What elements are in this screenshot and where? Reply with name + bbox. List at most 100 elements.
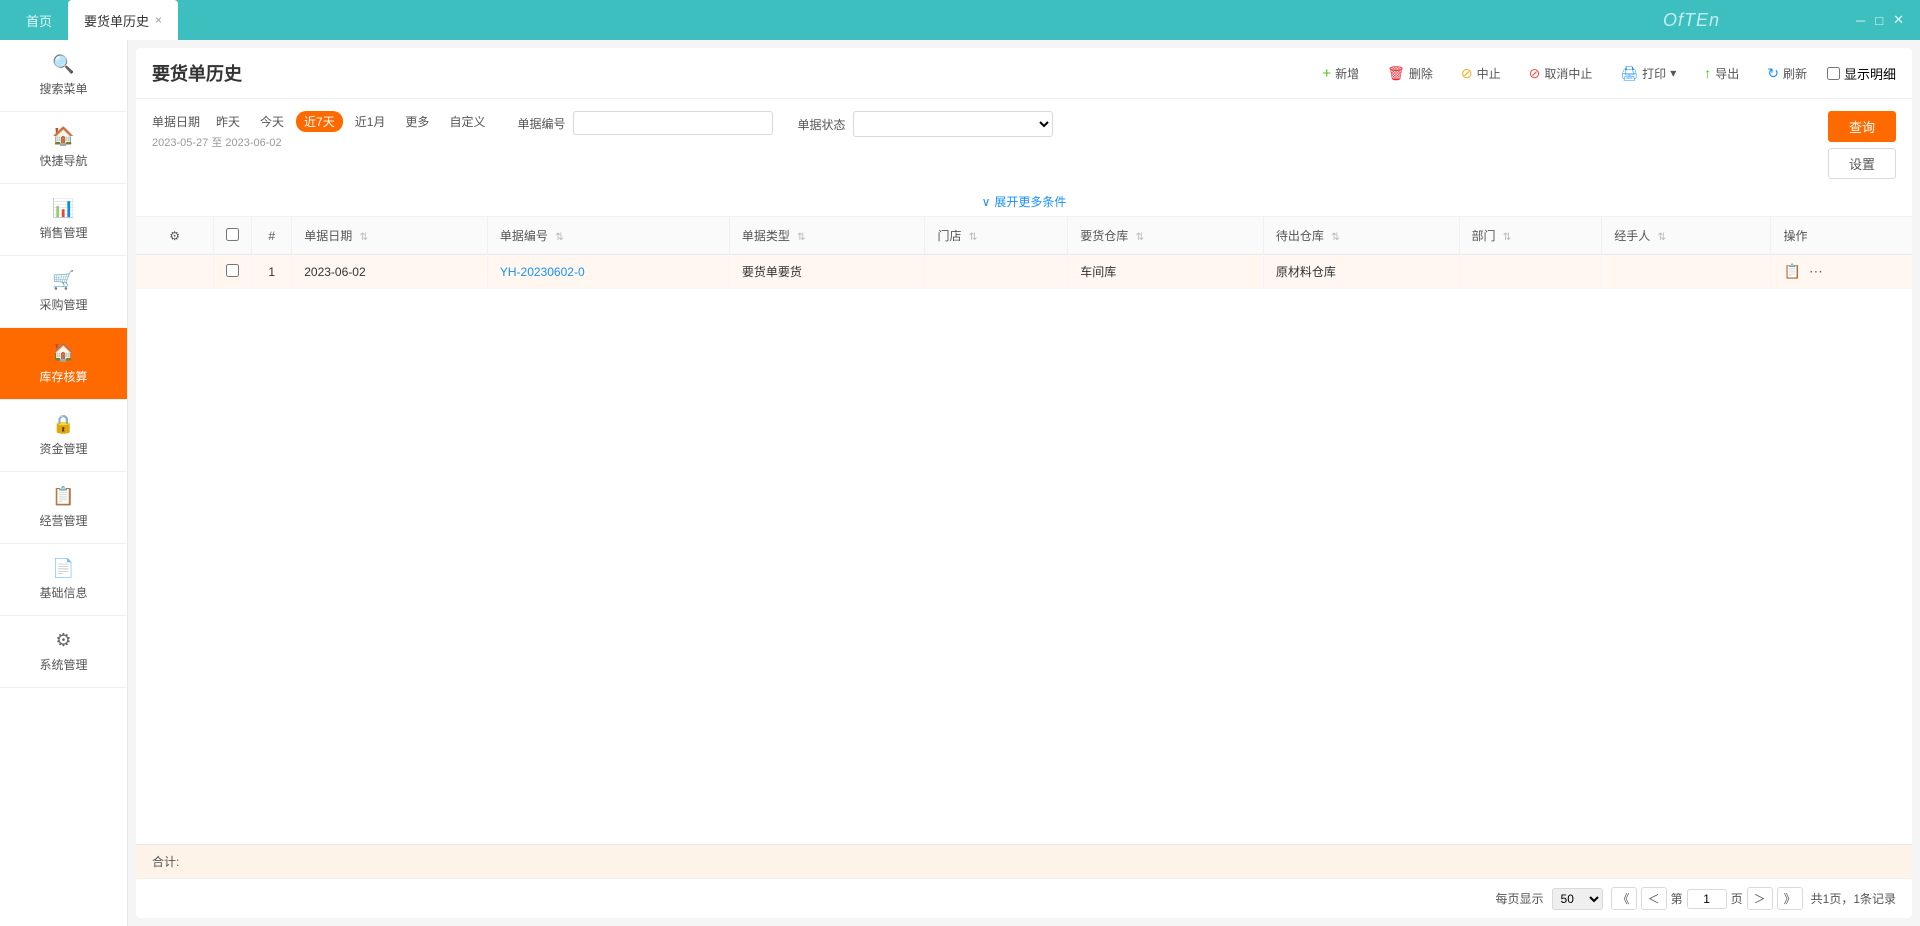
page-label: 第 — [1671, 890, 1683, 907]
query-button[interactable]: 查询 — [1828, 111, 1896, 142]
export-button[interactable]: ↑ 导出 — [1696, 61, 1747, 86]
row-bill-no[interactable]: YH-20230602-0 — [487, 255, 729, 289]
row-date: 2023-06-02 — [292, 255, 488, 289]
filter-billno-group: 单据编号 — [517, 111, 773, 135]
sidebar-item-basic-info-label: 基础信息 — [39, 584, 87, 601]
date-btn-yesterday[interactable]: 昨天 — [208, 111, 248, 132]
col-handler[interactable]: 经手人 ⇅ — [1602, 217, 1771, 255]
sidebar-item-sales[interactable]: 📊 销售管理 — [0, 184, 127, 256]
row-more-icon[interactable]: ⋯ — [1809, 263, 1823, 280]
settings-button[interactable]: 设置 — [1828, 148, 1896, 179]
filter-actions: 查询 设置 — [1828, 111, 1896, 179]
col-bill-no-label: 单据编号 — [500, 229, 548, 243]
sidebar-item-inventory[interactable]: 🏠 库存核算 — [0, 328, 127, 400]
print-button[interactable]: 🖨 打印 ▾ — [1612, 61, 1684, 86]
date-btn-7days[interactable]: 近7天 — [296, 111, 343, 132]
sidebar-item-quick-nav-label: 快捷导航 — [39, 152, 87, 169]
sidebar-item-system-label: 系统管理 — [39, 656, 87, 673]
cancel-stop-button[interactable]: ⊘ 取消中止 — [1521, 61, 1601, 86]
new-button[interactable]: + 新增 — [1314, 61, 1367, 86]
close-icon[interactable]: ✕ — [1893, 12, 1904, 28]
sidebar-item-basic-info[interactable]: 📄 基础信息 — [0, 544, 127, 616]
col-action: 操作 — [1771, 217, 1912, 255]
refresh-button[interactable]: ↻ 刷新 — [1759, 61, 1815, 86]
col-req-warehouse[interactable]: 要货仓库 ⇅ — [1068, 217, 1264, 255]
col-handler-label: 经手人 — [1614, 229, 1650, 243]
display-detail-group: 显示明细 — [1827, 64, 1896, 83]
per-page-label: 每页显示 — [1496, 890, 1544, 907]
tab-close-icon[interactable]: × — [155, 13, 162, 27]
tab-bar: 首页 要货单历史 × — [10, 0, 1856, 40]
stop-button[interactable]: ⊘ 中止 — [1453, 61, 1509, 86]
delete-icon: 🗑 — [1387, 65, 1405, 82]
row-edit-icon[interactable]: 📋 — [1783, 263, 1800, 280]
sidebar-item-sales-label: 销售管理 — [39, 224, 87, 241]
date-btn-more[interactable]: 更多 — [397, 111, 437, 132]
print-icon: 🖨 — [1620, 65, 1638, 82]
select-all-checkbox[interactable] — [226, 228, 239, 241]
sales-icon: 📊 — [52, 198, 74, 219]
col-bill-no[interactable]: 单据编号 ⇅ — [487, 217, 729, 255]
sidebar-item-operations-label: 经营管理 — [39, 512, 87, 529]
sidebar-item-quick-nav[interactable]: 🏠 快捷导航 — [0, 112, 127, 184]
new-label: 新增 — [1335, 65, 1359, 82]
maximize-icon[interactable]: □ — [1875, 13, 1883, 28]
display-detail-checkbox[interactable] — [1827, 67, 1840, 80]
status-select[interactable] — [853, 111, 1053, 137]
page-content: 要货单历史 + 新增 🗑 删除 ⊘ 中止 ⊘ — [136, 48, 1912, 918]
sidebar-item-system[interactable]: ⚙ 系统管理 — [0, 616, 127, 688]
pagination-bar: 每页显示 50 20 100 《 ＜ 第 页 ＞ 》 共1页，1条记录 — [136, 878, 1912, 918]
system-icon: ⚙ — [55, 630, 71, 651]
summary-label: 合计: — [152, 853, 179, 870]
col-department-sort-icon: ⇅ — [1503, 232, 1511, 243]
col-department[interactable]: 部门 ⇅ — [1459, 217, 1602, 255]
delete-label: 删除 — [1409, 65, 1433, 82]
action-icons-group: 📋 ⋯ — [1783, 263, 1900, 280]
col-store-sort-icon: ⇅ — [969, 232, 977, 243]
tab-home[interactable]: 首页 — [10, 0, 68, 40]
col-pending-warehouse-sort-icon: ⇅ — [1331, 232, 1339, 243]
tab-requisition-label: 要货单历史 — [84, 11, 149, 30]
per-page-select[interactable]: 50 20 100 — [1552, 888, 1603, 910]
page-input[interactable] — [1687, 889, 1727, 909]
status-label: 单据状态 — [797, 116, 845, 133]
delete-button[interactable]: 🗑 删除 — [1379, 61, 1441, 86]
sidebar-item-operations[interactable]: 📋 经营管理 — [0, 472, 127, 544]
col-number: # — [252, 217, 292, 255]
page-suffix: 页 — [1731, 890, 1743, 907]
col-settings[interactable]: ⚙ — [136, 217, 214, 255]
sidebar-item-finance[interactable]: 🔒 资金管理 — [0, 400, 127, 472]
date-btn-today[interactable]: 今天 — [252, 111, 292, 132]
sidebar-item-search-label: 搜索菜单 — [39, 80, 87, 97]
filter-area: 单据日期 昨天 今天 近7天 近1月 更多 自定义 2023-05-27 至 2… — [136, 99, 1912, 217]
prev-page-btn[interactable]: ＜ — [1641, 887, 1667, 910]
refresh-label: 刷新 — [1783, 65, 1807, 82]
expand-more-btn[interactable]: ∨ 展开更多条件 — [152, 187, 1896, 216]
tab-requisition-history[interactable]: 要货单历史 × — [68, 0, 178, 40]
plus-icon: + — [1322, 65, 1331, 82]
sidebar-item-search-menu[interactable]: 🔍 搜索菜单 — [0, 40, 127, 112]
row-bill-type: 要货单要货 — [729, 255, 925, 289]
expand-more-label: 展开更多条件 — [994, 193, 1066, 210]
bill-no-input[interactable] — [573, 111, 773, 135]
date-btn-custom[interactable]: 自定义 — [441, 111, 493, 132]
last-page-btn[interactable]: 》 — [1777, 887, 1803, 910]
next-page-btn[interactable]: ＞ — [1747, 887, 1773, 910]
minimize-icon[interactable]: ─ — [1856, 13, 1865, 28]
sidebar-item-purchase[interactable]: 🛒 采购管理 — [0, 256, 127, 328]
col-store[interactable]: 门店 ⇅ — [925, 217, 1068, 255]
col-date-label: 单据日期 — [304, 229, 352, 243]
row-bill-no-link[interactable]: YH-20230602-0 — [500, 265, 585, 279]
first-page-btn[interactable]: 《 — [1611, 887, 1637, 910]
col-pending-warehouse[interactable]: 待出仓库 ⇅ — [1263, 217, 1459, 255]
page-title: 要货单历史 — [152, 60, 242, 86]
col-pending-warehouse-label: 待出仓库 — [1276, 229, 1324, 243]
col-store-label: 门店 — [937, 229, 961, 243]
col-bill-no-sort-icon: ⇅ — [555, 232, 563, 243]
row-checkbox[interactable] — [226, 264, 239, 277]
date-btn-1month[interactable]: 近1月 — [347, 111, 394, 132]
col-bill-type[interactable]: 单据类型 ⇅ — [729, 217, 925, 255]
operations-icon: 📋 — [52, 486, 74, 507]
col-checkbox — [214, 217, 252, 255]
col-date[interactable]: 单据日期 ⇅ — [292, 217, 488, 255]
